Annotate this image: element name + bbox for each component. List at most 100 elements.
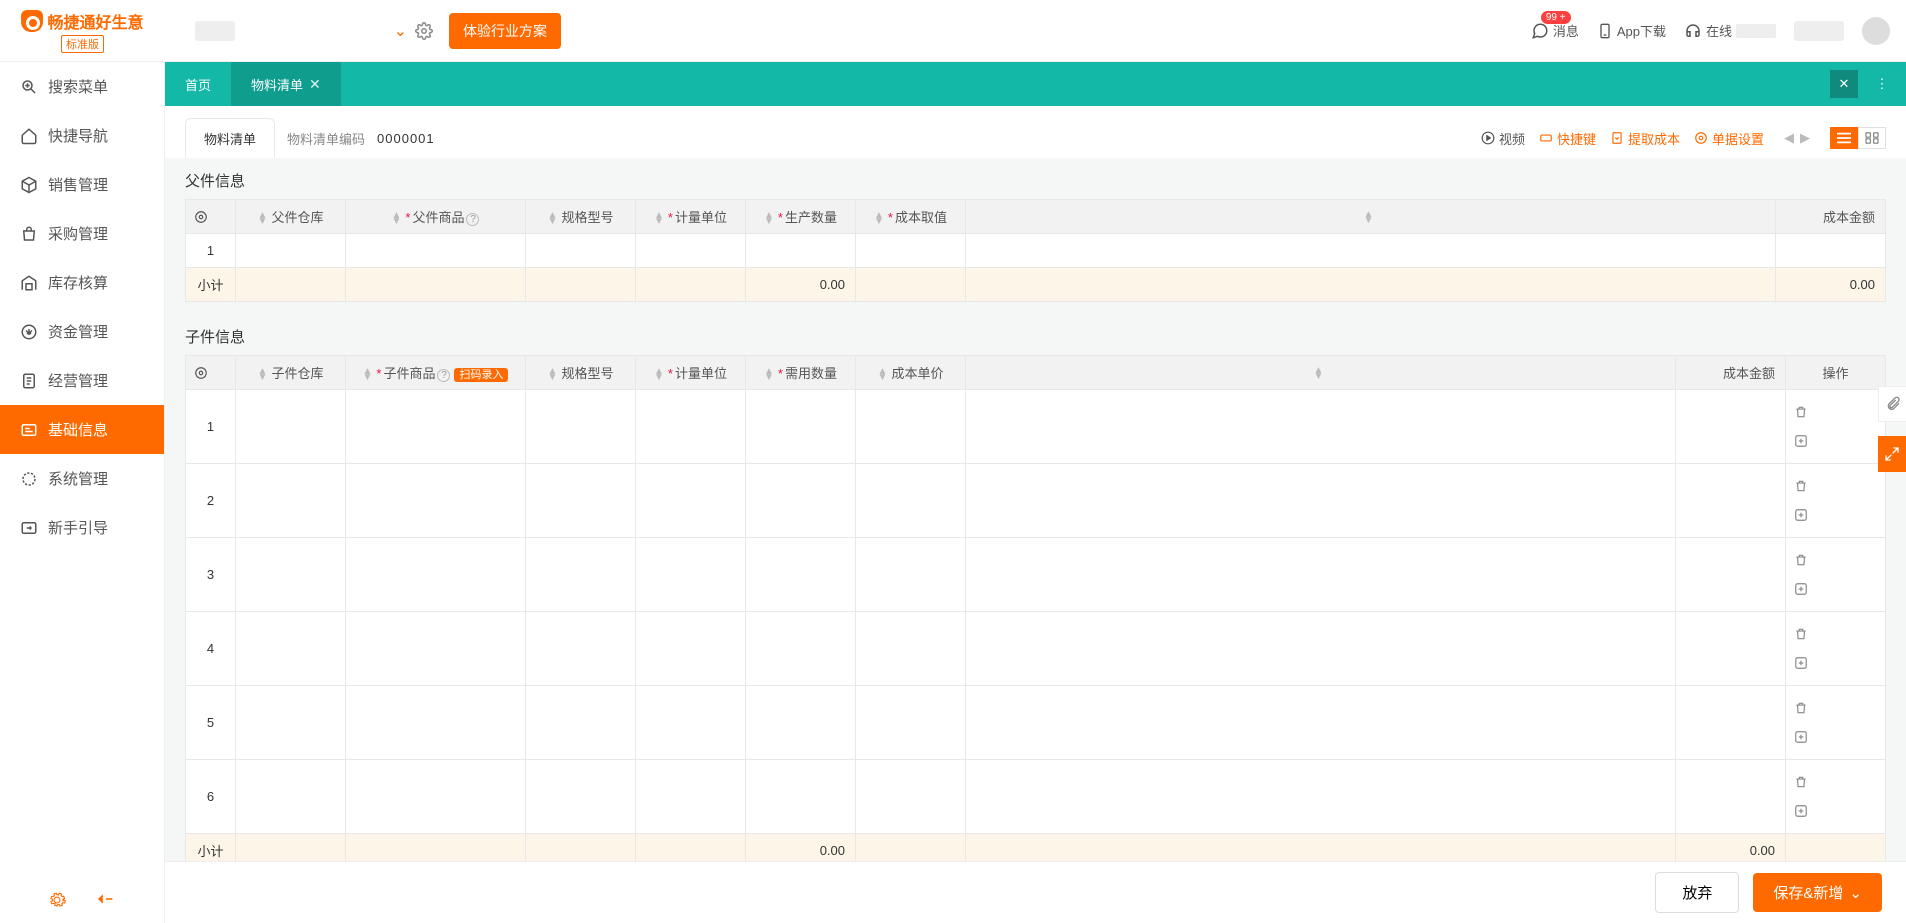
delete-icon[interactable] (1794, 479, 1877, 493)
view-list-button[interactable] (1830, 127, 1858, 149)
sidebar-item-label: 新手引导 (48, 517, 108, 538)
experience-button[interactable]: 体验行业方案 (449, 13, 561, 49)
sort-icon: ▲▼ (363, 369, 373, 381)
sidebar-item-system[interactable]: 系统管理 (0, 454, 164, 503)
info-icon[interactable]: ? (466, 213, 479, 226)
col-child-unit[interactable]: ▲▼*计量单位 (636, 356, 746, 390)
col-child-blank[interactable]: ▲▼ (966, 356, 1676, 390)
sidebar-item-guide[interactable]: 新手引导 (0, 503, 164, 552)
col-child-product[interactable]: ▲▼*子件商品?扫码录入 (346, 356, 526, 390)
discard-button[interactable]: 放弃 (1655, 872, 1739, 913)
sidebar: 搜索菜单 快捷导航 销售管理 采购管理 库存核算 资金管理 经营管理 基础信息 … (0, 62, 165, 923)
sub-tab-bom[interactable]: 物料清单 (185, 118, 275, 158)
gear-icon[interactable] (194, 210, 227, 224)
col-child-cost-amount[interactable]: 成本金额 (1676, 356, 1786, 390)
delete-icon[interactable] (1794, 701, 1877, 715)
sidebar-item-inventory[interactable]: 库存核算 (0, 258, 164, 307)
add-icon[interactable] (1794, 508, 1877, 522)
extract-cost-label: 提取成本 (1628, 129, 1680, 148)
gear-icon[interactable] (194, 366, 227, 380)
headset-icon (1684, 22, 1702, 40)
col-child-op: 操作 (1786, 356, 1886, 390)
delete-icon[interactable] (1794, 553, 1877, 567)
sidebar-item-nav[interactable]: 快捷导航 (0, 111, 164, 160)
warehouse-icon (20, 274, 38, 292)
extract-cost-link[interactable]: 提取成本 (1610, 129, 1680, 148)
col-child-unit-cost[interactable]: ▲▼成本单价 (856, 356, 966, 390)
bom-code-label: 物料清单编码 (287, 129, 365, 148)
row-index: 3 (186, 538, 236, 612)
table-row[interactable]: 1 (186, 234, 1886, 268)
add-icon[interactable] (1794, 582, 1877, 596)
user-avatar[interactable] (1862, 17, 1890, 45)
add-icon[interactable] (1794, 804, 1877, 818)
delete-icon[interactable] (1794, 627, 1877, 641)
play-icon (1481, 131, 1495, 145)
expand-handle[interactable] (1878, 436, 1906, 472)
messages-button[interactable]: 消息 99 + (1531, 21, 1579, 40)
col-parent-warehouse[interactable]: ▲▼父件仓库 (236, 200, 346, 234)
delete-icon[interactable] (1794, 775, 1877, 789)
col-parent-blank[interactable]: ▲▼ (966, 200, 1776, 234)
table-row[interactable]: 2 (186, 464, 1886, 538)
view-card-button[interactable] (1858, 127, 1886, 149)
add-icon[interactable] (1794, 730, 1877, 744)
close-icon[interactable]: ✕ (309, 76, 321, 93)
bill-setting-link[interactable]: 单据设置 (1694, 129, 1764, 148)
info-icon[interactable]: ? (437, 369, 450, 382)
col-parent-cost-amount[interactable]: 成本金额 (1776, 200, 1886, 234)
video-link[interactable]: 视频 (1481, 129, 1525, 148)
sidebar-item-finance[interactable]: 资金管理 (0, 307, 164, 356)
chevron-down-icon: ⌄ (1849, 884, 1862, 902)
arrow-right-icon (20, 519, 38, 537)
clipboard-icon (20, 372, 38, 390)
table-row[interactable]: 4 (186, 612, 1886, 686)
col-parent-product[interactable]: ▲▼*父件商品? (346, 200, 526, 234)
col-parent-spec[interactable]: ▲▼规格型号 (526, 200, 636, 234)
prev-icon[interactable]: ◀ (1784, 130, 1794, 146)
support-button[interactable]: 在线 (1684, 21, 1776, 40)
close-all-icon[interactable]: ✕ (1830, 70, 1858, 98)
sidebar-item-sales[interactable]: 销售管理 (0, 160, 164, 209)
home-icon (20, 127, 38, 145)
tab-bom[interactable]: 物料清单 ✕ (231, 62, 341, 106)
scan-tag[interactable]: 扫码录入 (454, 368, 508, 382)
sidebar-item-search[interactable]: 搜索菜单 (0, 62, 164, 111)
row-index: 1 (186, 234, 236, 268)
table-row[interactable]: 1 (186, 390, 1886, 464)
save-add-button[interactable]: 保存&新增⌄ (1753, 873, 1882, 912)
next-icon[interactable]: ▶ (1800, 130, 1810, 146)
sidebar-item-operation[interactable]: 经营管理 (0, 356, 164, 405)
col-parent-qty[interactable]: ▲▼*生产数量 (746, 200, 856, 234)
table-row[interactable]: 3 (186, 538, 1886, 612)
col-parent-cost-method[interactable]: ▲▼*成本取值 (856, 200, 966, 234)
messages-badge: 99 + (1541, 11, 1571, 24)
table-row[interactable]: 5 (186, 686, 1886, 760)
download-button[interactable]: App下载 (1597, 21, 1666, 40)
col-child-qty[interactable]: ▲▼*需用数量 (746, 356, 856, 390)
tab-home[interactable]: 首页 (165, 62, 231, 106)
col-child-spec[interactable]: ▲▼规格型号 (526, 356, 636, 390)
sort-icon: ▲▼ (654, 369, 664, 381)
sidebar-item-purchase[interactable]: 采购管理 (0, 209, 164, 258)
more-icon[interactable]: ⋮ (1868, 70, 1896, 98)
sidebar-item-basic[interactable]: 基础信息 (0, 405, 164, 454)
shortcut-link[interactable]: 快捷键 (1539, 129, 1596, 148)
delete-icon[interactable] (1794, 405, 1877, 419)
collapse-icon[interactable] (96, 891, 116, 909)
table-row[interactable]: 6 (186, 760, 1886, 834)
org-selector[interactable]: ⌄ (165, 21, 415, 41)
tab-bar: 首页 物料清单 ✕ ✕ ⋮ (165, 62, 1906, 106)
add-icon[interactable] (1794, 434, 1877, 448)
settings-icon[interactable] (415, 22, 433, 40)
tab-label: 物料清单 (251, 75, 303, 94)
money-icon (20, 323, 38, 341)
add-icon[interactable] (1794, 656, 1877, 670)
attachment-handle[interactable] (1878, 386, 1906, 422)
col-parent-unit[interactable]: ▲▼*计量单位 (636, 200, 746, 234)
row-index: 1 (186, 390, 236, 464)
row-index: 5 (186, 686, 236, 760)
col-child-warehouse[interactable]: ▲▼子件仓库 (236, 356, 346, 390)
top-bar: 畅捷通好生意 标准版 ⌄ 体验行业方案 消息 99 + App下载 在线 (0, 0, 1906, 62)
footer-gear-icon[interactable] (48, 891, 66, 909)
